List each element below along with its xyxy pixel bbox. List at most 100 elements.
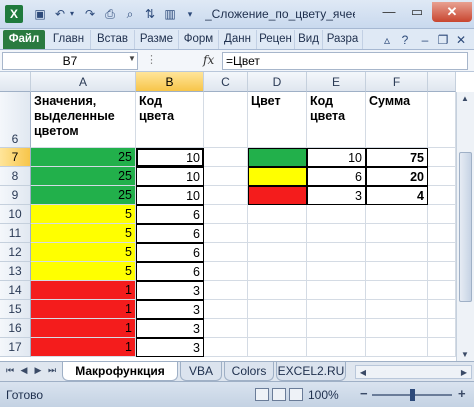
tab-developer[interactable]: Разра [323, 30, 363, 49]
cell-e13[interactable] [307, 262, 366, 281]
cell-a16[interactable]: 1 [31, 319, 136, 338]
column-header-c[interactable]: C [204, 72, 248, 92]
cell-f12[interactable] [366, 243, 428, 262]
cell-g17[interactable] [428, 338, 456, 357]
cell-d7[interactable] [248, 148, 307, 167]
cell-d15[interactable] [248, 300, 307, 319]
cell-a17[interactable]: 1 [31, 338, 136, 357]
formula-input[interactable]: =Цвет [222, 52, 468, 70]
cell-e7[interactable]: 10 [307, 148, 366, 167]
cell-b13[interactable]: 6 [136, 262, 204, 281]
undo-icon[interactable]: ↶ [52, 6, 68, 22]
cell-a9[interactable]: 25 [31, 186, 136, 205]
save-icon[interactable]: ▣ [32, 6, 48, 22]
cell-e6[interactable]: Код цвета [307, 92, 366, 148]
cell-b6[interactable]: Код цвета [136, 92, 204, 148]
cell-f16[interactable] [366, 319, 428, 338]
cell-c6[interactable] [204, 92, 248, 148]
maximize-icon[interactable]: ▭ [404, 2, 430, 22]
row-header-17[interactable]: 17 [0, 338, 31, 357]
excel-app-icon[interactable]: X [5, 5, 23, 23]
redo-icon[interactable]: ↷ [82, 6, 98, 22]
undo-dropdown-icon[interactable]: ▾ [68, 6, 76, 22]
vertical-scrollbar[interactable]: ▲ ▼ [456, 92, 474, 362]
help-icon[interactable]: ? [398, 32, 412, 48]
cell-b7[interactable]: 10 [136, 148, 204, 167]
name-box-dropdown-icon[interactable]: ▼ [128, 54, 136, 63]
tab-file[interactable]: Файл [3, 30, 45, 49]
cell-a13[interactable]: 5 [31, 262, 136, 281]
cell-c17[interactable] [204, 338, 248, 357]
row-header-8[interactable]: 8 [0, 167, 31, 186]
row-header-14[interactable]: 14 [0, 281, 31, 300]
first-sheet-icon[interactable]: ⏮ [4, 365, 16, 376]
tab-home[interactable]: Главн [47, 30, 91, 49]
column-header-f[interactable]: F [366, 72, 428, 92]
cell-a11[interactable]: 5 [31, 224, 136, 243]
cell-f8[interactable]: 20 [366, 167, 428, 186]
last-sheet-icon[interactable]: ⏭ [46, 365, 58, 376]
column-header-a[interactable]: A [31, 72, 136, 92]
workbook-minimize-icon[interactable]: – [418, 32, 432, 48]
cell-c16[interactable] [204, 319, 248, 338]
row-header-16[interactable]: 16 [0, 319, 31, 338]
cell-d6[interactable]: Цвет [248, 92, 307, 148]
cell-f10[interactable] [366, 205, 428, 224]
sheet-tab-vba[interactable]: VBA [180, 362, 222, 381]
cell-a7[interactable]: 25 [31, 148, 136, 167]
zoom-slider-knob[interactable] [410, 389, 415, 401]
tab-data[interactable]: Данн [219, 30, 257, 49]
cell-d11[interactable] [248, 224, 307, 243]
cell-e17[interactable] [307, 338, 366, 357]
cell-d9[interactable] [248, 186, 307, 205]
cell-g12[interactable] [428, 243, 456, 262]
cell-g6[interactable] [428, 92, 456, 148]
cell-f6[interactable]: Сумма [366, 92, 428, 148]
sort-icon[interactable]: ⇅ [142, 6, 158, 22]
cell-a14[interactable]: 1 [31, 281, 136, 300]
cell-e12[interactable] [307, 243, 366, 262]
cell-g16[interactable] [428, 319, 456, 338]
cell-d8[interactable] [248, 167, 307, 186]
cell-e10[interactable] [307, 205, 366, 224]
column-header-d[interactable]: D [248, 72, 307, 92]
horizontal-scrollbar[interactable]: ◀ ▶ [355, 365, 472, 379]
row-header-7[interactable]: 7 [0, 148, 31, 167]
cell-g13[interactable] [428, 262, 456, 281]
insert-function-icon[interactable]: fx [203, 53, 214, 67]
cell-b14[interactable]: 3 [136, 281, 204, 300]
cell-a12[interactable]: 5 [31, 243, 136, 262]
cell-b16[interactable]: 3 [136, 319, 204, 338]
cell-g10[interactable] [428, 205, 456, 224]
ribbon-collapse-icon[interactable]: ▵ [380, 32, 394, 48]
cell-a15[interactable]: 1 [31, 300, 136, 319]
cell-c14[interactable] [204, 281, 248, 300]
cell-f11[interactable] [366, 224, 428, 243]
chart-icon[interactable]: ▥ [162, 6, 178, 22]
zoom-in-icon[interactable]: + [458, 386, 466, 401]
page-break-view-icon[interactable] [289, 388, 303, 401]
cell-a10[interactable]: 5 [31, 205, 136, 224]
cell-d16[interactable] [248, 319, 307, 338]
row-header-13[interactable]: 13 [0, 262, 31, 281]
name-box[interactable]: B7 [2, 52, 138, 70]
tab-formulas[interactable]: Форм [179, 30, 219, 49]
row-header-15[interactable]: 15 [0, 300, 31, 319]
cell-c10[interactable] [204, 205, 248, 224]
customize-toolbar-icon[interactable]: ▾ [182, 6, 198, 22]
cell-g7[interactable] [428, 148, 456, 167]
row-header-12[interactable]: 12 [0, 243, 31, 262]
zoom-out-icon[interactable]: − [360, 386, 368, 401]
scroll-up-icon[interactable]: ▲ [458, 94, 472, 103]
sheet-tab-colors[interactable]: Colors [224, 362, 274, 381]
cell-e11[interactable] [307, 224, 366, 243]
tab-insert[interactable]: Встав [91, 30, 135, 49]
cell-e14[interactable] [307, 281, 366, 300]
cell-d12[interactable] [248, 243, 307, 262]
column-header-e[interactable]: E [307, 72, 366, 92]
row-header-11[interactable]: 11 [0, 224, 31, 243]
cell-c7[interactable] [204, 148, 248, 167]
workbook-close-icon[interactable]: ✕ [454, 32, 468, 48]
cell-a8[interactable]: 25 [31, 167, 136, 186]
scroll-left-icon[interactable]: ◀ [356, 368, 370, 377]
